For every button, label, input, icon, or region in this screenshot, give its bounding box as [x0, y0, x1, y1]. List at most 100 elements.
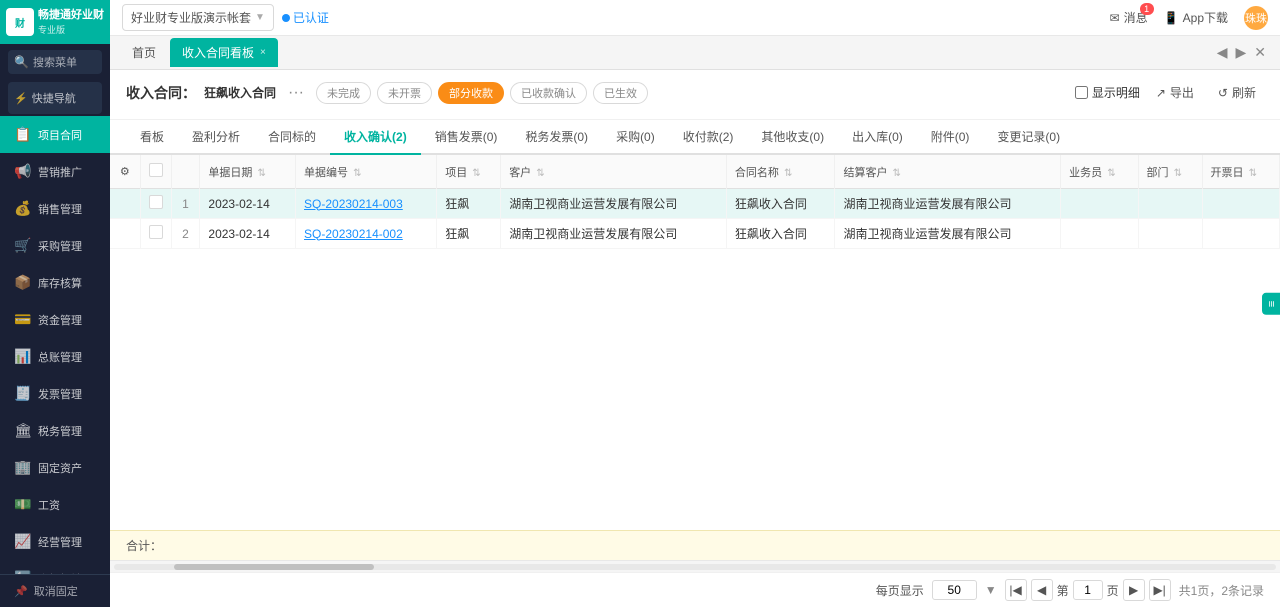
th-salesman[interactable]: 业务员 ⇅: [1061, 155, 1138, 189]
scrollbar-thumb[interactable]: [174, 564, 374, 570]
th-settlement-customer[interactable]: 结算客户 ⇅: [835, 155, 1061, 189]
quick-nav-icon: ⚡: [14, 92, 28, 105]
sub-tab-8[interactable]: 其他收支(0): [747, 120, 838, 155]
sidebar-item-3[interactable]: 🛒采购管理: [0, 227, 110, 264]
quick-nav[interactable]: ⚡ 快捷导航: [8, 82, 102, 114]
refresh-button[interactable]: ↺ 刷新: [1210, 80, 1264, 105]
sidebar-item-7[interactable]: 🧾发票管理: [0, 375, 110, 412]
more-options-button[interactable]: ···: [284, 84, 308, 102]
th-row-num: [171, 155, 200, 189]
sub-tab-5[interactable]: 税务发票(0): [511, 120, 602, 155]
row-settings-0[interactable]: [110, 189, 140, 219]
sub-tab-11[interactable]: 变更记录(0): [983, 120, 1074, 155]
prev-page-btn[interactable]: ◀: [1031, 579, 1053, 601]
mobile-icon: 📱: [1164, 11, 1179, 25]
sidebar-item-0[interactable]: 📋项目合同: [0, 116, 110, 153]
sidebar-item-10[interactable]: 💵工资: [0, 486, 110, 523]
row-settlement-1: 湖南卫视商业运营发展有限公司: [835, 219, 1061, 249]
status-uninvoiced-btn[interactable]: 未开票: [377, 82, 432, 104]
close-window-icon[interactable]: ✕: [1252, 42, 1268, 63]
sub-tab-1[interactable]: 盈利分析: [178, 120, 254, 155]
user-avatar[interactable]: 珠珠: [1244, 6, 1268, 30]
row-num-1: 2: [171, 219, 200, 249]
status-effective-btn[interactable]: 已生效: [593, 82, 648, 104]
sidebar-item-11[interactable]: 📈经营管理: [0, 523, 110, 560]
row-check-0[interactable]: [149, 195, 163, 209]
sidebar-item-8[interactable]: 🏛税务管理: [0, 412, 110, 449]
row-code-0[interactable]: SQ-20230214-003: [296, 189, 437, 219]
row-checkbox-0[interactable]: [140, 189, 171, 219]
sidebar-item-4[interactable]: 📦库存核算: [0, 264, 110, 301]
dropdown-icon[interactable]: ▼: [985, 583, 997, 597]
next-window-icon[interactable]: ▶: [1233, 42, 1248, 63]
topbar-right: ✉ 消息 1 📱 App下载 珠珠: [1110, 6, 1268, 30]
th-date[interactable]: 单据日期 ⇅: [200, 155, 296, 189]
nav-label-3: 采购管理: [38, 238, 82, 254]
th-open-date[interactable]: 开票日 ⇅: [1202, 155, 1279, 189]
sub-tab-9[interactable]: 出入库(0): [838, 120, 917, 155]
sidebar-item-9[interactable]: 🏢固定资产: [0, 449, 110, 486]
company-selector[interactable]: 好业财专业版演示帐套 ▼: [122, 4, 274, 31]
status-confirmed-btn[interactable]: 已收款确认: [510, 82, 587, 104]
sub-tab-3[interactable]: 收入确认(2): [330, 120, 421, 155]
page-number-input[interactable]: 1: [1073, 580, 1103, 600]
th-code[interactable]: 单据编号 ⇅: [296, 155, 437, 189]
export-button[interactable]: ↗ 导出: [1148, 80, 1202, 105]
show-detail-checkbox[interactable]: 显示明细: [1075, 84, 1140, 101]
message-icon: ✉: [1110, 11, 1120, 25]
row-settings-1[interactable]: [110, 219, 140, 249]
table-footer: 合计：: [110, 530, 1280, 560]
row-check-1[interactable]: [149, 225, 163, 239]
sidebar-item-2[interactable]: 💰销售管理: [0, 190, 110, 227]
next-page-btn[interactable]: ▶: [1123, 579, 1145, 601]
sub-tab-6[interactable]: 采购(0): [602, 120, 669, 155]
sub-tab-2[interactable]: 合同标的: [254, 120, 330, 155]
last-page-btn[interactable]: ▶|: [1149, 579, 1171, 601]
first-page-btn[interactable]: |◀: [1005, 579, 1027, 601]
th-checkbox[interactable]: [140, 155, 171, 189]
sub-tab-4[interactable]: 销售发票(0): [421, 120, 512, 155]
sidebar-item-1[interactable]: 📢营销推广: [0, 153, 110, 190]
sub-tab-10[interactable]: 附件(0): [917, 120, 984, 155]
status-incomplete-btn[interactable]: 未完成: [316, 82, 371, 104]
app-download-button[interactable]: 📱 App下载: [1164, 9, 1228, 26]
status-partial-btn[interactable]: 部分收款: [438, 82, 504, 104]
nav-label-9: 固定资产: [38, 460, 82, 476]
content-title-row: 收入合同： 狂飙收入合同 ··· 未完成 未开票 部分收款 已收款确认 已生效 …: [126, 80, 1264, 105]
sidebar-item-12[interactable]: 🔄小畅报销: [0, 560, 110, 574]
tab-home[interactable]: 首页: [122, 38, 166, 67]
th-settings[interactable]: ⚙: [110, 155, 140, 189]
prev-window-icon[interactable]: ◀: [1215, 42, 1230, 63]
show-detail-input[interactable]: [1075, 86, 1088, 99]
avatar-icon: 珠珠: [1244, 6, 1268, 30]
row-checkbox-1[interactable]: [140, 219, 171, 249]
pin-button[interactable]: 📌 取消固定: [0, 575, 110, 607]
th-department[interactable]: 部门 ⇅: [1138, 155, 1202, 189]
table-row[interactable]: 1 2023-02-14 SQ-20230214-003 狂飙 湖南卫视商业运营…: [110, 189, 1280, 219]
row-date-0: 2023-02-14: [200, 189, 296, 219]
right-edge-button[interactable]: ≡: [1262, 292, 1280, 314]
header-checkbox[interactable]: [149, 163, 163, 177]
search-menu[interactable]: 🔍 搜索菜单: [8, 50, 102, 74]
sidebar-item-6[interactable]: 📊总账管理: [0, 338, 110, 375]
table-row[interactable]: 2 2023-02-14 SQ-20230214-002 狂飙 湖南卫视商业运营…: [110, 219, 1280, 249]
horizontal-scrollbar[interactable]: [110, 560, 1280, 572]
sub-tab-7[interactable]: 收付款(2): [669, 120, 748, 155]
sidebar: 财 畅捷通好业财 专业版 🔍 搜索菜单 ⚡ 快捷导航 📋项目合同📢营销推广💰销售…: [0, 0, 110, 607]
per-page-input[interactable]: 50: [932, 580, 977, 600]
sidebar-nav: 📋项目合同📢营销推广💰销售管理🛒采购管理📦库存核算💳资金管理📊总账管理🧾发票管理…: [0, 116, 110, 574]
nav-label-10: 工资: [38, 497, 60, 513]
sidebar-item-5[interactable]: 💳资金管理: [0, 301, 110, 338]
sort-icon: ⇅: [536, 168, 544, 179]
sub-tab-0[interactable]: 看板: [126, 120, 178, 155]
tab-close-icon[interactable]: ×: [260, 47, 266, 58]
th-customer[interactable]: 客户 ⇅: [501, 155, 727, 189]
message-button[interactable]: ✉ 消息 1: [1110, 9, 1148, 26]
content-header: 收入合同： 狂飙收入合同 ··· 未完成 未开票 部分收款 已收款确认 已生效 …: [110, 70, 1280, 120]
app-logo[interactable]: 财 畅捷通好业财 专业版: [0, 0, 110, 44]
th-contract-name[interactable]: 合同名称 ⇅: [726, 155, 835, 189]
table-container[interactable]: ⚙ 单据日期 ⇅ 单据编号 ⇅ 项目 ⇅ 客户 ⇅ 合同名称 ⇅ 结算客户 ⇅ …: [110, 155, 1280, 530]
row-code-1[interactable]: SQ-20230214-002: [296, 219, 437, 249]
tab-contract-board[interactable]: 收入合同看板 ×: [170, 38, 278, 67]
th-project[interactable]: 项目 ⇅: [437, 155, 501, 189]
